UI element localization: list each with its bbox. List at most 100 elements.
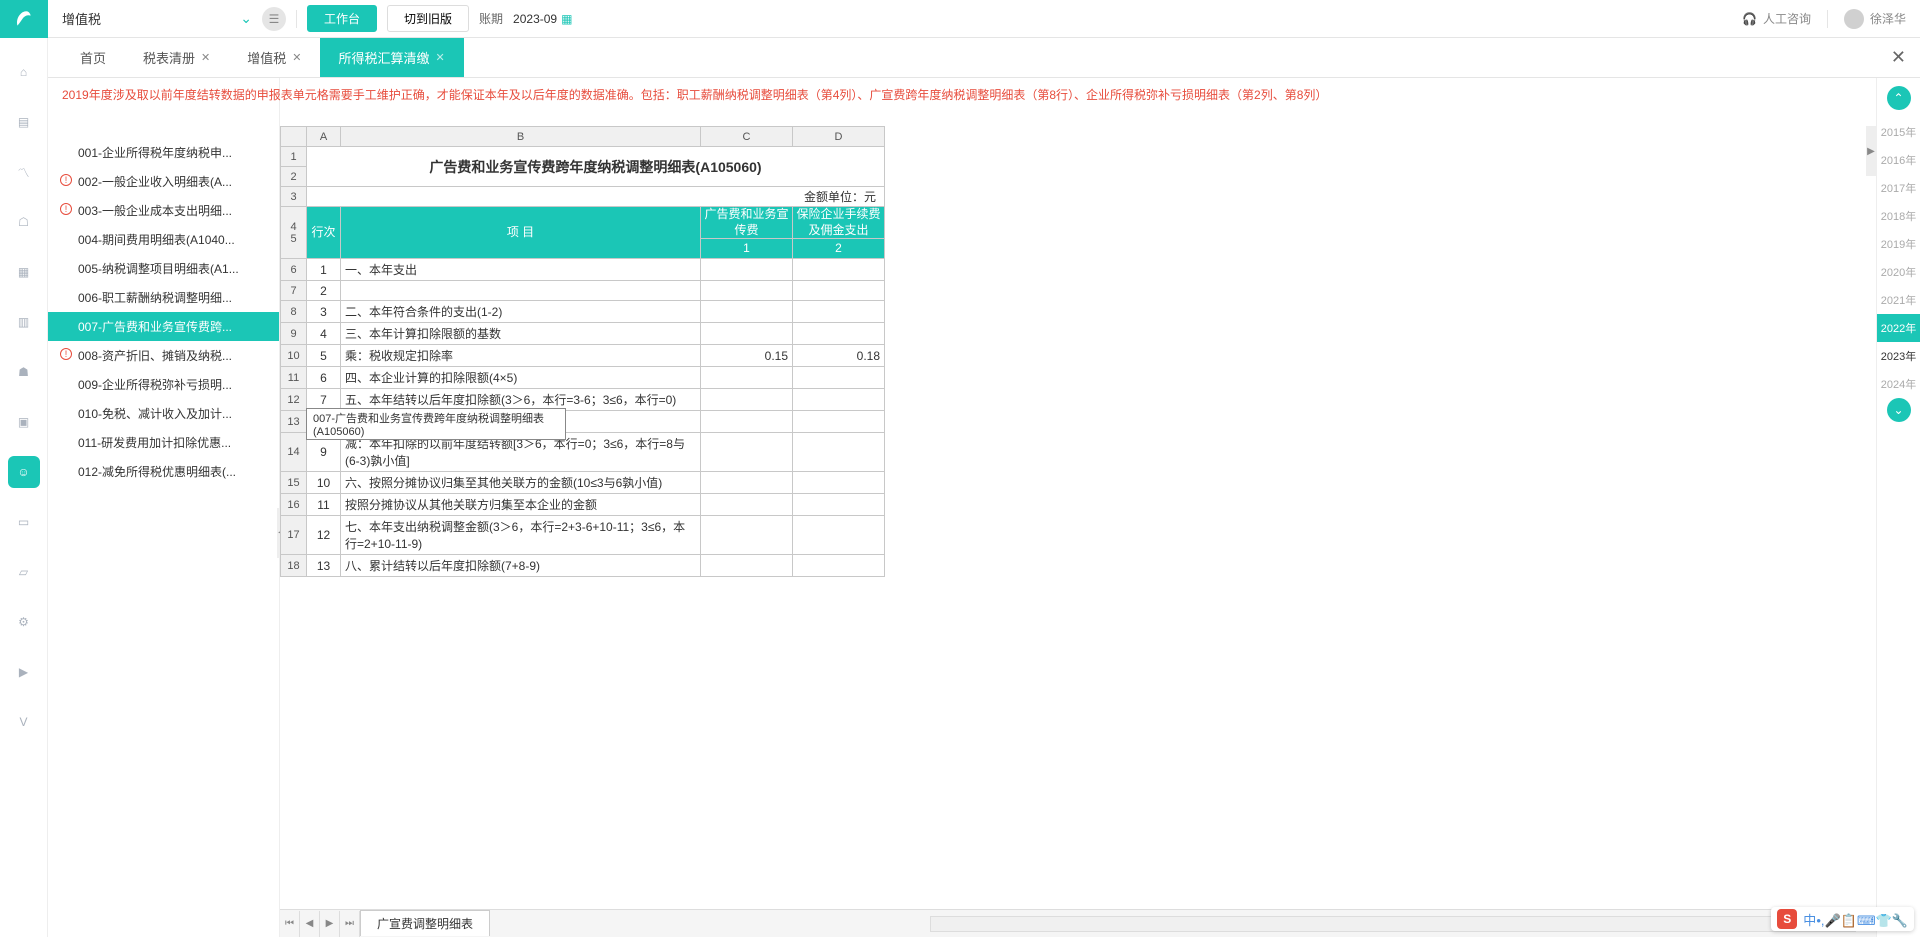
cell-d[interactable] — [793, 516, 885, 555]
support-link[interactable]: 🎧 人工咨询 — [1742, 10, 1811, 27]
unit-label[interactable]: 金额单位：元 — [307, 187, 885, 207]
cell-d[interactable] — [793, 281, 885, 301]
note-button[interactable]: ☰ — [262, 7, 286, 31]
tab-3[interactable]: 所得税汇算清缴✕ — [320, 38, 463, 77]
nav-chart-icon[interactable]: 〽 — [8, 156, 40, 188]
th-item[interactable]: 项 目 — [341, 207, 701, 259]
cell-c[interactable]: 0.15 — [701, 345, 793, 367]
cell-c[interactable] — [701, 367, 793, 389]
row-header[interactable]: 6 — [281, 259, 307, 281]
cell-item[interactable]: 二、本年符合条件的支出(1-2) — [341, 301, 701, 323]
form-item-7[interactable]: !008-资产折旧、摊销及纳税... — [48, 341, 279, 370]
ime-item[interactable]: 🔧 — [1892, 913, 1908, 928]
cell-d[interactable] — [793, 323, 885, 345]
form-item-9[interactable]: 010-免税、减计收入及加计... — [48, 399, 279, 428]
ime-logo[interactable]: S — [1777, 909, 1797, 929]
row-header[interactable]: 12 — [281, 389, 307, 411]
cell-seq[interactable]: 4 — [307, 323, 341, 345]
row-header[interactable]: 11 — [281, 367, 307, 389]
year-item[interactable]: 2017年 — [1877, 174, 1920, 202]
year-item[interactable]: 2021年 — [1877, 286, 1920, 314]
cell-d[interactable] — [793, 411, 885, 433]
cell-c[interactable] — [701, 301, 793, 323]
th-colD[interactable]: 保险企业手续费及佣金支出 — [793, 207, 885, 239]
cell-c[interactable] — [701, 555, 793, 577]
workbench-button[interactable]: 工作台 — [307, 5, 377, 32]
row-header[interactable]: 9 — [281, 323, 307, 345]
cell-item[interactable]: 八、累计结转以后年度扣除额(7+8-9) — [341, 555, 701, 577]
tax-type-dropdown[interactable]: 增值税 ⌄ — [62, 9, 252, 28]
th-seq[interactable]: 行次 — [307, 207, 341, 259]
row-header[interactable]: 18 — [281, 555, 307, 577]
cell-c[interactable] — [701, 389, 793, 411]
row-header[interactable]: 45 — [281, 207, 307, 259]
year-item[interactable]: 2022年 — [1877, 314, 1920, 342]
th-sub-d[interactable]: 2 — [793, 239, 885, 259]
ime-item[interactable]: 中 — [1803, 913, 1816, 928]
year-scroll-down[interactable]: ⌄ — [1887, 398, 1911, 422]
cell-d[interactable] — [793, 472, 885, 494]
year-item[interactable]: 2015年 — [1877, 118, 1920, 146]
form-item-0[interactable]: 001-企业所得税年度纳税申... — [48, 138, 279, 167]
horizontal-scrollbar[interactable] — [930, 916, 1856, 932]
year-item[interactable]: 2023年 — [1877, 342, 1920, 370]
cell-item[interactable]: 六、按照分摊协议归集至其他关联方的金额(10≤3与6孰小值) — [341, 472, 701, 494]
cell-c[interactable] — [701, 411, 793, 433]
form-item-10[interactable]: 011-研发费用加计扣除优惠... — [48, 428, 279, 457]
expand-handle[interactable]: ▶ — [1866, 126, 1876, 176]
nav-calendar-icon[interactable]: ▣ — [8, 406, 40, 438]
nav-settings-icon[interactable]: ⚙ — [8, 606, 40, 638]
form-item-4[interactable]: 005-纳税调整项目明细表(A1... — [48, 254, 279, 283]
sheet-title[interactable]: 广告费和业务宣传费跨年度纳税调整明细表(A105060) — [307, 147, 885, 187]
close-all-tabs[interactable]: ✕ — [1877, 38, 1920, 77]
cell-seq[interactable]: 5 — [307, 345, 341, 367]
tab-2[interactable]: 增值税✕ — [229, 38, 320, 77]
row-header[interactable]: 8 — [281, 301, 307, 323]
sheet-nav-next[interactable]: ▶ — [320, 911, 340, 937]
cell-c[interactable] — [701, 323, 793, 345]
ime-item[interactable]: 👕 — [1876, 913, 1892, 928]
cell-d[interactable] — [793, 494, 885, 516]
col-header-C[interactable]: C — [701, 127, 793, 147]
col-header-D[interactable]: D — [793, 127, 885, 147]
cell-seq[interactable]: 3 — [307, 301, 341, 323]
cell-seq[interactable]: 2 — [307, 281, 341, 301]
th-sub-c[interactable]: 1 — [701, 239, 793, 259]
ime-item[interactable]: 🎤 — [1824, 913, 1840, 928]
close-icon[interactable]: ✕ — [201, 51, 210, 64]
nav-home-icon[interactable]: ⌂ — [8, 56, 40, 88]
year-item[interactable]: 2018年 — [1877, 202, 1920, 230]
tab-1[interactable]: 税表清册✕ — [125, 38, 229, 77]
period-picker[interactable]: 2023-09 ▦ — [513, 12, 572, 26]
tab-0[interactable]: 首页 — [62, 38, 125, 77]
row-header[interactable]: 13 — [281, 411, 307, 433]
row-header[interactable]: 7 — [281, 281, 307, 301]
cell-d[interactable] — [793, 301, 885, 323]
th-colC[interactable]: 广告费和业务宣传费 — [701, 207, 793, 239]
row-header[interactable]: 14 — [281, 433, 307, 472]
app-logo[interactable] — [0, 0, 48, 38]
cell-seq[interactable]: 10 — [307, 472, 341, 494]
switch-old-button[interactable]: 切到旧版 — [387, 5, 469, 32]
cell-seq[interactable]: 1 — [307, 259, 341, 281]
nav-folder-icon[interactable]: ▭ — [8, 506, 40, 538]
form-item-6[interactable]: 007-广告费和业务宣传费跨... — [48, 312, 279, 341]
form-item-3[interactable]: 004-期间费用明细表(A1040... — [48, 225, 279, 254]
cell-seq[interactable]: 13 — [307, 555, 341, 577]
ime-toolbar[interactable]: S 中•,🎤📋⌨👕🔧 — [1771, 907, 1914, 931]
cell-c[interactable] — [701, 516, 793, 555]
cell-seq[interactable]: 11 — [307, 494, 341, 516]
cell-d[interactable]: 0.18 — [793, 345, 885, 367]
row-header[interactable]: 16 — [281, 494, 307, 516]
nav-clipboard-icon[interactable]: ▦ — [8, 256, 40, 288]
sheet-tab[interactable]: 广宣费调整明细表 — [360, 910, 490, 936]
nav-bag-icon[interactable]: ☖ — [8, 206, 40, 238]
cell-c[interactable] — [701, 494, 793, 516]
ime-item[interactable]: ⌨ — [1857, 913, 1876, 928]
form-item-8[interactable]: 009-企业所得税弥补亏损明... — [48, 370, 279, 399]
corner-cell[interactable] — [281, 127, 307, 147]
sheet-nav-last[interactable]: ⏭ — [340, 911, 360, 937]
year-item[interactable]: 2016年 — [1877, 146, 1920, 174]
form-item-11[interactable]: 012-减免所得税优惠明细表(... — [48, 457, 279, 486]
spreadsheet[interactable]: 007-广告费和业务宣传费跨年度纳税调整明细表(A105060) A B C D… — [280, 126, 1876, 909]
